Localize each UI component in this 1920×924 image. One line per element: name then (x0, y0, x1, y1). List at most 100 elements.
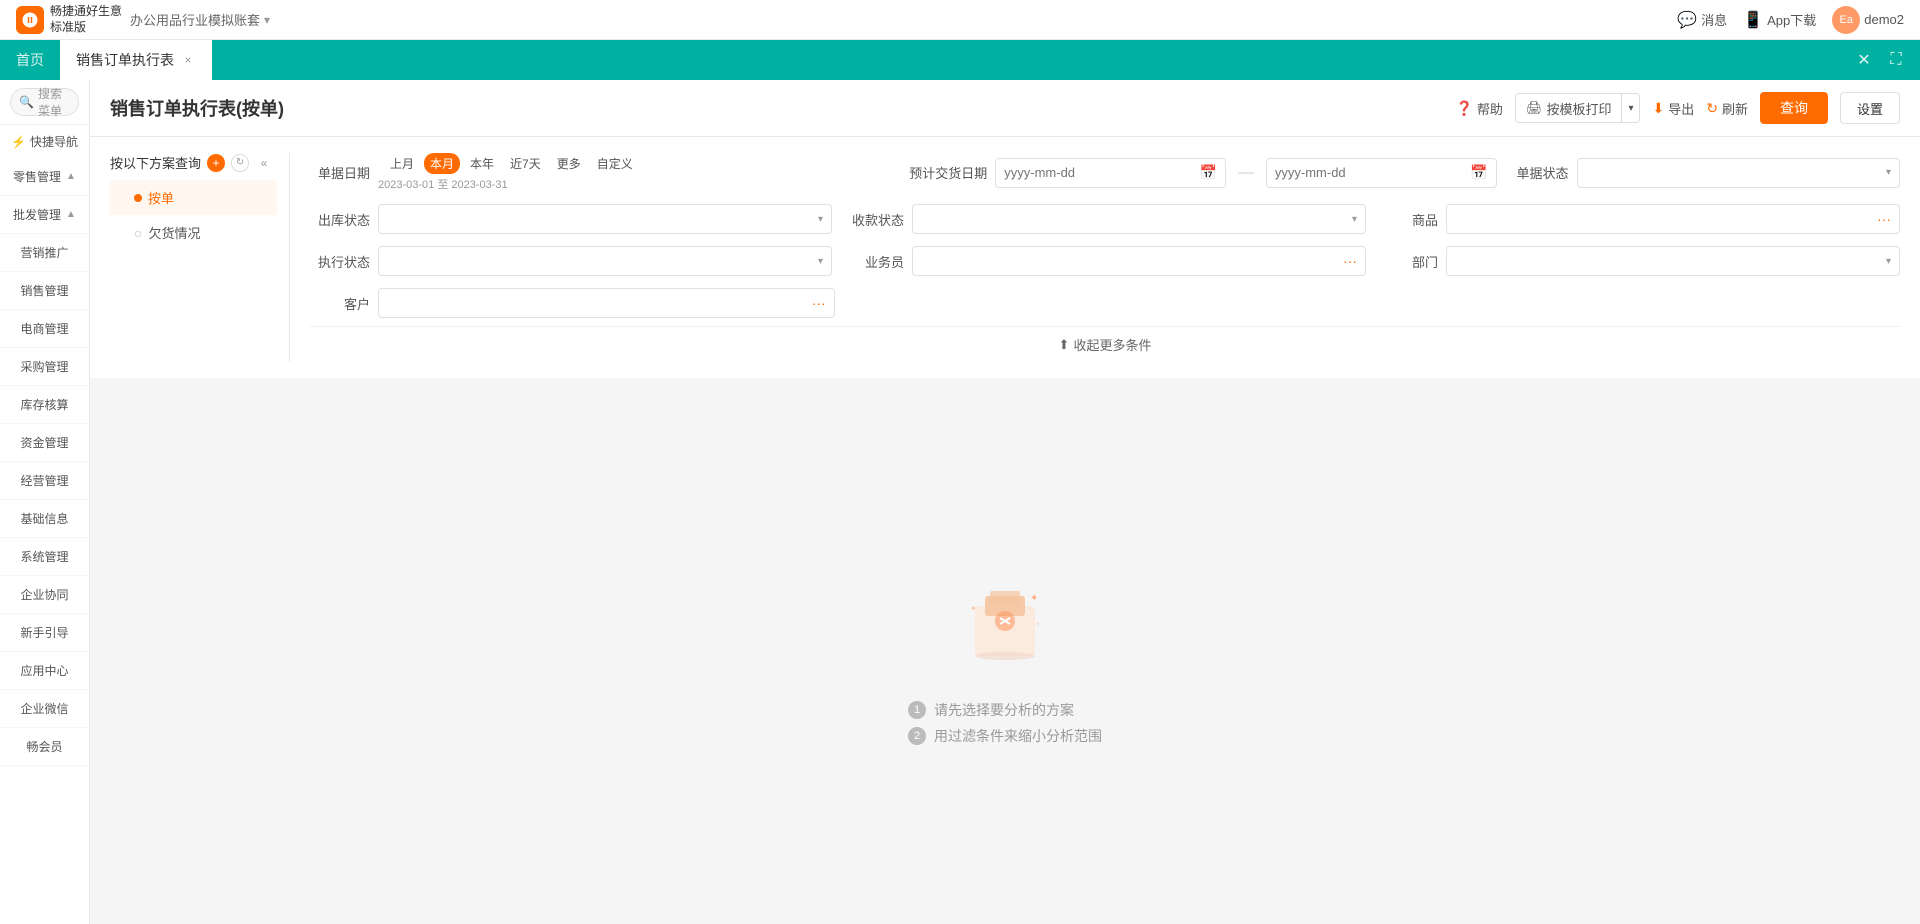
export-label: 导出 (1668, 99, 1694, 118)
status-select[interactable]: ▾ (1577, 158, 1901, 188)
date-btn-thismonth[interactable]: 本月 (424, 153, 460, 174)
step-num-1: 1 (908, 701, 926, 719)
top-bar: 畅捷通好生意 标准版 办公用品行业模拟账套 ▾ 💬 消息 📱 App下载 Ea … (0, 0, 1920, 40)
sidebar-item-inventory[interactable]: 库存核算 (0, 386, 89, 424)
svg-text:✦: ✦ (1035, 621, 1040, 628)
sidebar-item-enterprise[interactable]: 企业协同 (0, 576, 89, 614)
goods-input[interactable]: ··· (1446, 204, 1900, 234)
refresh-action[interactable]: ↻ 刷新 (1706, 99, 1748, 118)
empty-step-1: 1 请先选择要分析的方案 (908, 700, 1102, 720)
goods-dots-icon[interactable]: ··· (1877, 211, 1891, 227)
sidebar-item-retail[interactable]: 零售管理 ▲ (0, 158, 89, 196)
app-download-icon: 📱 (1743, 10, 1763, 30)
goods-label: 商品 (1378, 210, 1438, 229)
sidebar-item-ecommerce[interactable]: 电商管理 (0, 310, 89, 348)
logo-area: 畅捷通好生意 标准版 (16, 4, 122, 35)
logo-svg (21, 11, 39, 29)
salesperson-dots-icon[interactable]: ··· (1343, 253, 1357, 269)
sidebar-item-operation[interactable]: 经营管理 (0, 462, 89, 500)
filter-row-3: 执行状态 ▾ 业务员 ··· (310, 246, 1900, 276)
step1-text: 请先选择要分析的方案 (934, 700, 1074, 720)
collapse-label: 收起更多条件 (1073, 335, 1151, 354)
date-btn-lastmonth[interactable]: 上月 (384, 153, 420, 174)
print-dropdown-button[interactable]: ▾ (1621, 94, 1639, 122)
window-maximize-icon[interactable]: ⛶ (1884, 48, 1908, 72)
payment-select[interactable]: ▾ (912, 204, 1366, 234)
step-num-2: 2 (908, 727, 926, 745)
filter-field-outbound: 出库状态 ▾ (310, 204, 832, 234)
sidebar-item-finance[interactable]: 资金管理 (0, 424, 89, 462)
date-btn-more[interactable]: 更多 (551, 153, 587, 174)
scheme-item-order-label: 按单 (148, 188, 174, 207)
breadcrumb-dropdown-icon[interactable]: ▾ (264, 13, 270, 27)
add-scheme-button[interactable]: + (207, 154, 225, 172)
sidebar-item-purchase[interactable]: 采购管理 (0, 348, 89, 386)
tab-close-icon[interactable]: × (180, 52, 196, 68)
help-action[interactable]: ❓ 帮助 (1455, 99, 1502, 118)
outbound-select[interactable]: ▾ (378, 204, 832, 234)
salesperson-input[interactable]: ··· (912, 246, 1366, 276)
filter-field-status: 单据状态 ▾ (1509, 158, 1901, 188)
export-icon: ⬇ (1652, 100, 1664, 117)
empty-steps: 1 请先选择要分析的方案 2 用过滤条件来缩小分析范围 (908, 700, 1102, 746)
app-download-label: App下载 (1767, 10, 1816, 29)
scheme-item-stock[interactable]: ○ 欠货情况 (110, 215, 277, 250)
sidebar-item-wholesale[interactable]: 批发管理 ▲ (0, 196, 89, 234)
date-btn-thisyear[interactable]: 本年 (464, 153, 500, 174)
tab-sales-order[interactable]: 销售订单执行表 × (60, 40, 212, 80)
print-button-group: 🖨 按模板打印 ▾ (1515, 93, 1641, 123)
dept-select[interactable]: ▾ (1446, 246, 1900, 276)
query-button[interactable]: 查询 (1760, 92, 1828, 124)
active-dot-icon (134, 194, 142, 202)
enterprise-label: 企业协同 (20, 586, 68, 603)
inventory-label: 库存核算 (20, 396, 68, 413)
date-btn-custom[interactable]: 自定义 (591, 153, 639, 174)
sidebar-item-basic[interactable]: 基础信息 (0, 500, 89, 538)
print-button[interactable]: 🖨 按模板打印 (1516, 94, 1622, 122)
expected-date-from-input[interactable] (1004, 165, 1195, 180)
search-menu-button[interactable]: 🔍 搜索菜单 (10, 88, 79, 116)
wholesale-label: 批发管理 (13, 206, 61, 223)
breadcrumb-path: 办公用品行业模拟账套 (130, 10, 260, 29)
sidebar-item-sales[interactable]: 销售管理 (0, 272, 89, 310)
apps-label: 应用中心 (20, 662, 68, 679)
customer-input[interactable]: ··· (378, 288, 835, 318)
svg-text:✦: ✦ (1030, 593, 1038, 604)
filter-field-customer: 客户 ··· (310, 288, 835, 318)
refresh-label: 刷新 (1722, 99, 1748, 118)
sidebar-item-system[interactable]: 系统管理 (0, 538, 89, 576)
sidebar-item-marketing[interactable]: 营销推广 (0, 234, 89, 272)
sidebar-item-quicknav[interactable]: ⚡ 快捷导航 (0, 125, 89, 158)
sidebar-item-wechat[interactable]: 企业微信 (0, 690, 89, 728)
user-area[interactable]: Ea demo2 (1832, 6, 1904, 34)
sidebar-item-newbie[interactable]: 新手引导 (0, 614, 89, 652)
nav-tabs: 首页 销售订单执行表 × ✕ ⛶ (0, 40, 1920, 80)
collapse-bar[interactable]: ⬆ 收起更多条件 (310, 326, 1900, 362)
breadcrumb: 办公用品行业模拟账套 ▾ (130, 10, 270, 29)
customer-dots-icon[interactable]: ··· (812, 295, 826, 311)
calendar-from-icon[interactable]: 📅 (1199, 164, 1216, 181)
status-chevron-icon: ▾ (1886, 167, 1891, 178)
calendar-to-icon[interactable]: 📅 (1470, 164, 1487, 181)
exec-select[interactable]: ▾ (378, 246, 832, 276)
refresh-scheme-button[interactable]: ↻ (231, 154, 249, 172)
export-action[interactable]: ⬇ 导出 (1652, 99, 1694, 118)
sidebar-item-member[interactable]: 畅会员 (0, 728, 89, 766)
help-icon: ❓ (1455, 100, 1472, 117)
filter-area: 按以下方案查询 + ↻ « 按单 ○ 欠货情况 (90, 137, 1920, 378)
window-close-icon[interactable]: ✕ (1852, 48, 1876, 72)
filter-left-title: 按以下方案查询 + ↻ « (110, 153, 277, 172)
tab-home[interactable]: 首页 (0, 40, 60, 80)
empty-svg: ✦ ✦ ✦ (945, 556, 1065, 676)
sidebar-item-apps[interactable]: 应用中心 (0, 652, 89, 690)
settings-button[interactable]: 设置 (1840, 92, 1900, 124)
date-btn-last7days[interactable]: 近7天 (504, 153, 547, 174)
step2-text: 用过滤条件来缩小分析范围 (934, 726, 1102, 746)
filter-field-salesperson: 业务员 ··· (844, 246, 1366, 276)
user-name: demo2 (1864, 12, 1904, 27)
message-action[interactable]: 💬 消息 (1677, 10, 1727, 30)
collapse-scheme-button[interactable]: « (255, 154, 273, 172)
scheme-item-by-order[interactable]: 按单 (110, 180, 277, 215)
app-download-action[interactable]: 📱 App下载 (1743, 10, 1816, 30)
expected-date-to-input[interactable] (1275, 165, 1466, 180)
